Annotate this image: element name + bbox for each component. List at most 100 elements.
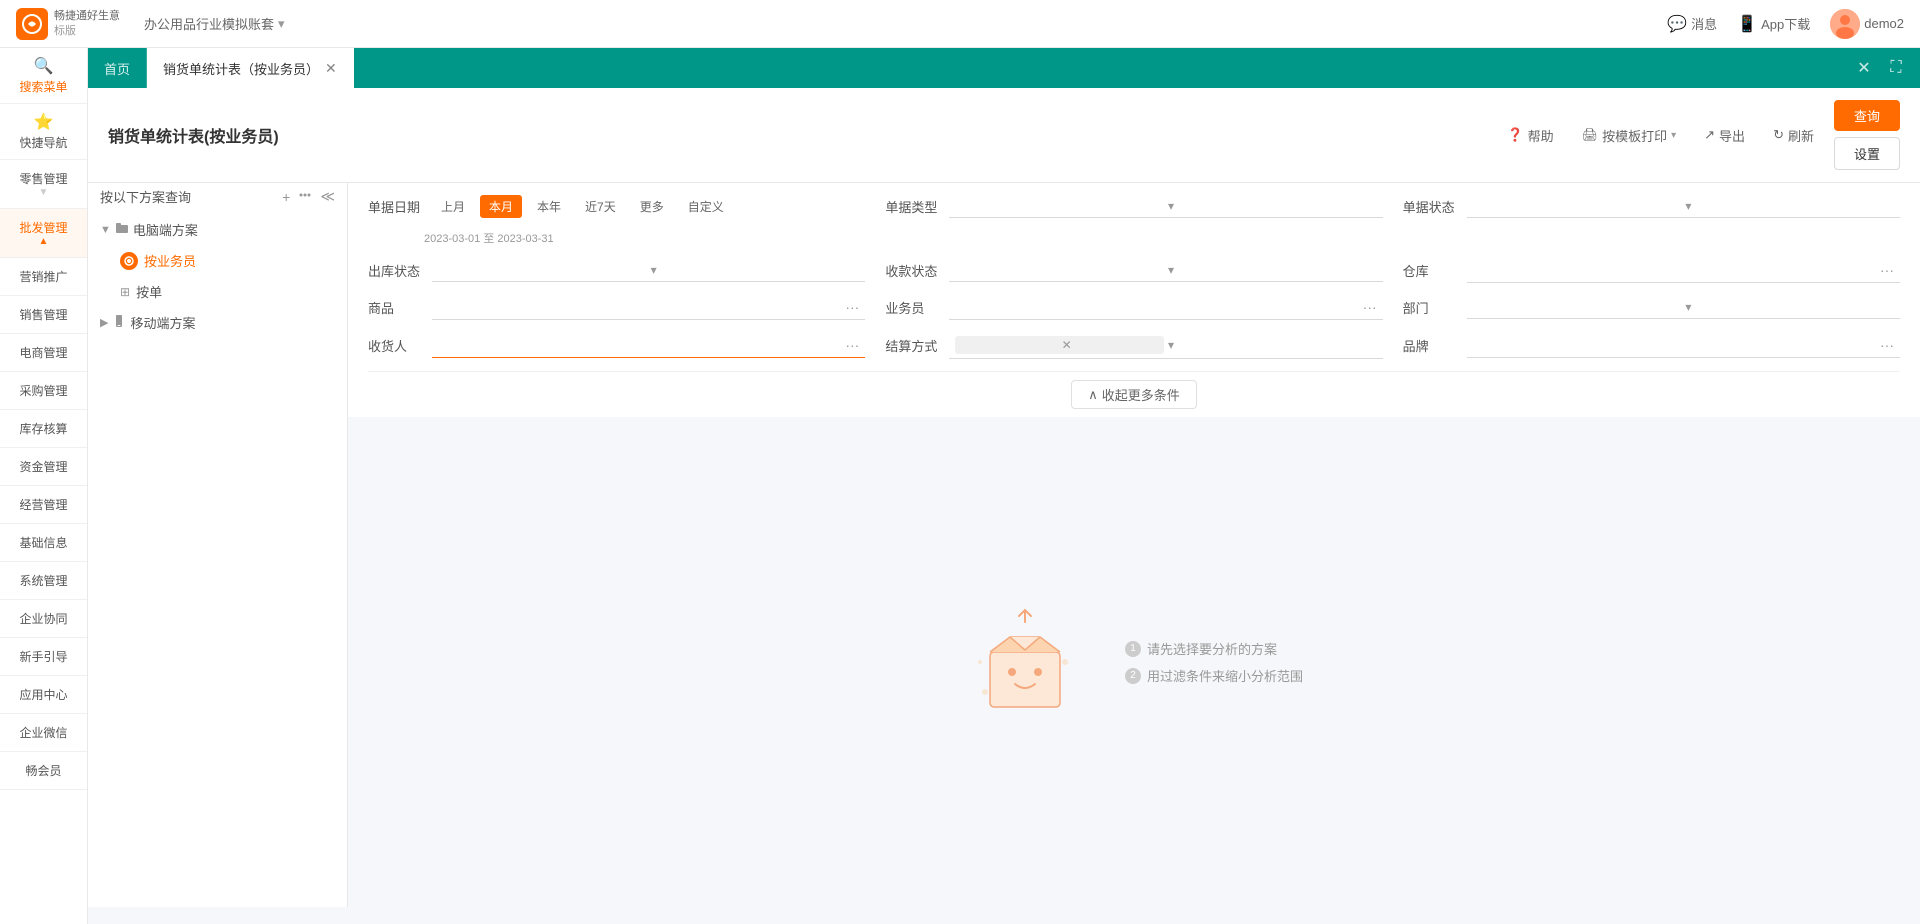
tab-close-icon[interactable]: ✕: [325, 61, 337, 75]
warehouse-text-input[interactable]: [1473, 263, 1876, 278]
export-btn[interactable]: ↗ 导出: [1696, 122, 1753, 149]
collapse-panel-btn[interactable]: ≪: [320, 188, 335, 205]
date-btn-custom[interactable]: 自定义: [679, 195, 733, 218]
page-content: 销货单统计表(按业务员) ❓ 帮助 🖨 按模板打印 ▾ ↗ 导出: [88, 88, 1920, 924]
sidebar-item-ecommerce[interactable]: 电商管理: [0, 334, 87, 372]
refresh-icon: ↻: [1773, 127, 1784, 143]
product-more-icon[interactable]: ···: [845, 299, 859, 315]
sidebar-item-search-menu[interactable]: 🔍 搜索菜单: [0, 48, 87, 104]
tab-maximize-btn[interactable]: ⛶: [1884, 56, 1908, 80]
receiver-text-input[interactable]: [438, 338, 841, 353]
product-label: 商品: [368, 298, 424, 317]
brand-more-icon[interactable]: ···: [1880, 337, 1894, 353]
receiptstatus-dropdown[interactable]: ▾: [949, 259, 1382, 282]
collapse-row: ∧ 收起更多条件: [368, 371, 1900, 417]
sidebar-item-system[interactable]: 系统管理: [0, 562, 87, 600]
settlement-tag-close-icon[interactable]: ✕: [1062, 338, 1158, 352]
staff-input[interactable]: ···: [949, 295, 1382, 320]
add-scheme-btn[interactable]: +: [282, 189, 290, 205]
export-icon: ↗: [1704, 127, 1715, 143]
staff-more-icon[interactable]: ···: [1363, 299, 1377, 315]
tree-item-by-order[interactable]: ⊞ 按单: [88, 276, 347, 307]
brand-text-input[interactable]: [1473, 338, 1876, 353]
empty-state: 1 请先选择要分析的方案 2 用过滤条件来缩小分析范围: [348, 417, 1920, 907]
page-header: 销货单统计表(按业务员) ❓ 帮助 🖨 按模板打印 ▾ ↗ 导出: [88, 88, 1920, 183]
tree-item-by-staff[interactable]: 按业务员: [88, 245, 347, 276]
tree-parent-mobile[interactable]: ▶ 移动端方案: [88, 307, 347, 338]
filter-warehouse-field: 仓库 ···: [1403, 258, 1900, 283]
doctype-dropdown[interactable]: ▾: [949, 195, 1382, 218]
date-btn-this-year[interactable]: 本年: [528, 195, 570, 218]
tab-close-window-btn[interactable]: ✕: [1852, 56, 1876, 80]
department-dropdown[interactable]: ▾: [1467, 296, 1900, 319]
page-actions: ❓ 帮助 🖨 按模板打印 ▾ ↗ 导出 ↻ 刷新: [1499, 100, 1900, 170]
brand-label: 品牌: [1403, 336, 1459, 355]
receiptstatus-label: 收款状态: [885, 261, 941, 280]
date-btn-last-month[interactable]: 上月: [432, 195, 474, 218]
sidebar-item-member[interactable]: 畅会员: [0, 752, 87, 790]
date-btn-7days[interactable]: 近7天: [576, 195, 625, 218]
department-label: 部门: [1403, 298, 1459, 317]
collapse-btn[interactable]: ∧ 收起更多条件: [1071, 380, 1197, 409]
content-panel: 单据日期 上月 本月 本年 近7天 更多 自定义: [348, 183, 1920, 907]
sidebar-item-operations[interactable]: 经营管理: [0, 486, 87, 524]
edit-scheme-btn[interactable]: [298, 188, 312, 205]
dropdown-icon: ▾: [278, 16, 285, 32]
sidebar-item-procurement[interactable]: 采购管理: [0, 372, 87, 410]
sidebar: 🔍 搜索菜单 ⭐ 快捷导航 零售管理 ▼ 批发管理 ▲ 营销推广 销售管理 电商…: [0, 48, 88, 924]
date-range-display: 2023-03-01 至 2023-03-31: [368, 230, 1900, 246]
receiver-input[interactable]: ···: [432, 333, 865, 358]
sidebar-item-appstore[interactable]: 应用中心: [0, 676, 87, 714]
help-btn[interactable]: ❓ 帮助: [1499, 122, 1561, 149]
receiver-more-icon[interactable]: ···: [845, 337, 859, 353]
filter-settlement-field: 结算方式 ✕ ▾: [885, 332, 1382, 359]
brand-input[interactable]: ···: [1467, 333, 1900, 358]
filter-row-2: 出库状态 ▾ 收款状态 ▾: [368, 258, 1900, 283]
tab-home[interactable]: 首页: [88, 48, 147, 88]
date-btn-this-month[interactable]: 本月: [480, 195, 522, 218]
warehouse-more-icon[interactable]: ···: [1880, 262, 1894, 278]
sidebar-item-wholesale[interactable]: 批发管理 ▲: [0, 209, 87, 258]
query-btn-area: 查询 设置: [1834, 100, 1900, 170]
settings-btn[interactable]: 设置: [1834, 137, 1900, 170]
empty-hint-2: 2 用过滤条件来缩小分析范围: [1125, 666, 1303, 685]
sidebar-item-newbie[interactable]: 新手引导: [0, 638, 87, 676]
sidebar-item-quick-nav[interactable]: ⭐ 快捷导航: [0, 104, 87, 160]
message-icon: 💬: [1667, 14, 1687, 34]
date-btn-more[interactable]: 更多: [631, 195, 673, 218]
staff-text-input[interactable]: [955, 300, 1358, 315]
tabs-bar: 首页 销货单统计表（按业务员） ✕ ✕ ⛶: [88, 48, 1920, 88]
header-right: 💬 消息 📱 App下载 demo2: [1667, 9, 1904, 39]
sidebar-item-inventory[interactable]: 库存核算: [0, 410, 87, 448]
settlement-label: 结算方式: [885, 336, 941, 355]
filter-staff-field: 业务员 ···: [885, 295, 1382, 320]
user-avatar-area[interactable]: demo2: [1830, 9, 1904, 39]
settlement-dropdown[interactable]: ✕ ▾: [949, 332, 1382, 359]
phone-icon: 📱: [1737, 14, 1757, 34]
docstatus-label: 单据状态: [1403, 197, 1459, 216]
refresh-btn[interactable]: ↻ 刷新: [1765, 122, 1822, 149]
sidebar-item-marketing[interactable]: 营销推广: [0, 258, 87, 296]
filter-docstatus-field: 单据状态 ▾: [1403, 195, 1900, 218]
message-btn[interactable]: 💬 消息: [1667, 14, 1717, 34]
product-text-input[interactable]: [438, 300, 841, 315]
query-btn[interactable]: 查询: [1834, 100, 1900, 131]
template-print-btn[interactable]: 🖨 按模板打印 ▾: [1574, 122, 1685, 149]
header-title[interactable]: 办公用品行业模拟账套 ▾: [144, 14, 285, 33]
tree-parent-pc[interactable]: ▼ 电脑端方案: [88, 214, 347, 245]
sidebar-item-finance[interactable]: 资金管理: [0, 448, 87, 486]
docstatus-dropdown[interactable]: ▾: [1467, 195, 1900, 218]
grid-icon: ⊞: [120, 285, 130, 299]
tab-sales-stat[interactable]: 销货单统计表（按业务员） ✕: [147, 48, 354, 88]
sidebar-item-wechat[interactable]: 企业微信: [0, 714, 87, 752]
product-input[interactable]: ···: [432, 295, 865, 320]
sidebar-item-basics[interactable]: 基础信息: [0, 524, 87, 562]
app-download-btn[interactable]: 📱 App下载: [1737, 14, 1810, 34]
sidebar-item-enterprise[interactable]: 企业协同: [0, 600, 87, 638]
sidebar-item-sales[interactable]: 销售管理: [0, 296, 87, 334]
outstatus-dropdown[interactable]: ▾: [432, 259, 865, 282]
sidebar-item-retail[interactable]: 零售管理 ▼: [0, 160, 87, 209]
empty-hint-1: 1 请先选择要分析的方案: [1125, 639, 1277, 658]
warehouse-input[interactable]: ···: [1467, 258, 1900, 283]
content-area: 首页 销货单统计表（按业务员） ✕ ✕ ⛶ 销货单统计表(按业务员) ❓ 帮助: [88, 48, 1920, 924]
